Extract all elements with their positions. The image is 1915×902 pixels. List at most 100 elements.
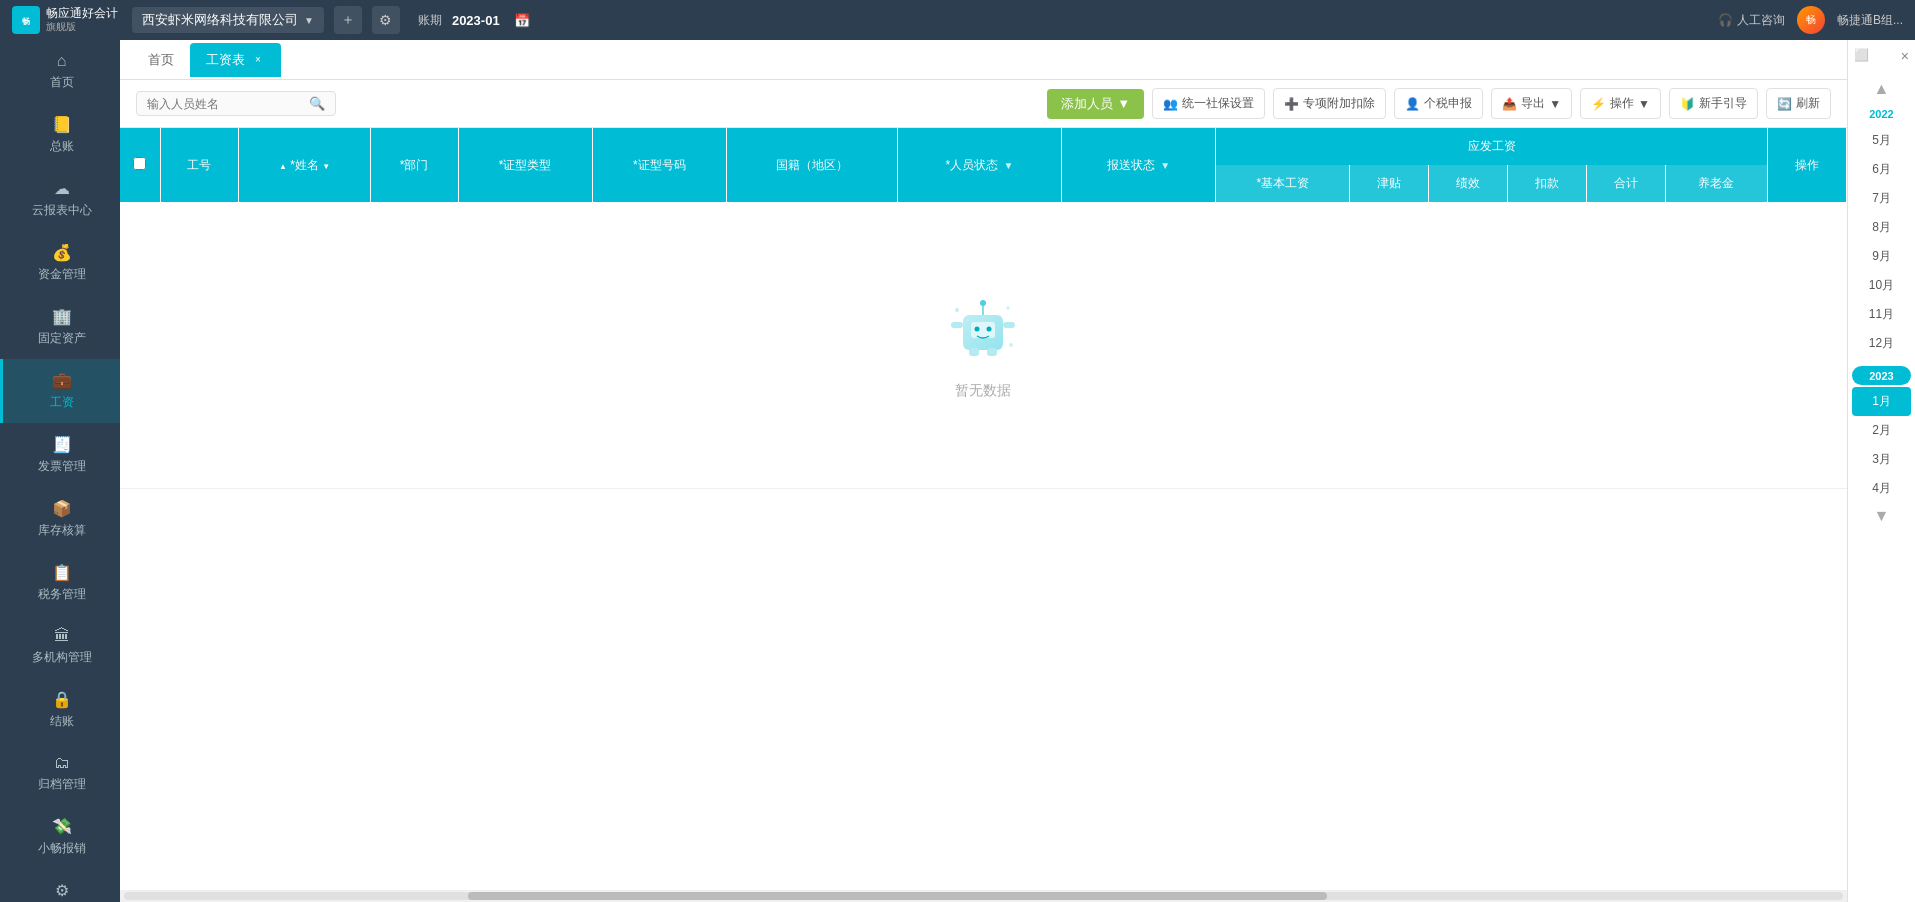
- operations-chevron: ▼: [1638, 97, 1650, 111]
- human-service-btn[interactable]: 🎧 人工咨询: [1718, 12, 1785, 29]
- social-security-label: 统一社保设置: [1182, 95, 1254, 112]
- refresh-icon: 🔄: [1777, 97, 1792, 111]
- salary-icon: 💼: [52, 371, 72, 390]
- settings-icon-btn[interactable]: ⚙: [372, 6, 400, 34]
- svg-rect-11: [987, 348, 997, 356]
- sidebar-item-cloud[interactable]: ☁ 云报表中心: [0, 167, 120, 231]
- sidebar-item-inventory[interactable]: 📦 库存核算: [0, 487, 120, 551]
- scroll-bar[interactable]: [120, 890, 1847, 902]
- sidebar-item-multi[interactable]: 🏛 多机构管理: [0, 615, 120, 678]
- search-input[interactable]: [147, 97, 309, 111]
- export-label: 导出: [1521, 95, 1545, 112]
- calendar-month-2022-5[interactable]: 5月: [1848, 126, 1915, 155]
- search-icon[interactable]: 🔍: [309, 96, 325, 111]
- sidebar-item-tax[interactable]: 📋 税务管理: [0, 551, 120, 615]
- main-layout: ⌂ 首页 📒 总账 ☁ 云报表中心 💰 资金管理 🏢 固定资产 💼 工资 🧾 发…: [0, 40, 1915, 902]
- calendar-close-icon[interactable]: ×: [1901, 48, 1909, 64]
- search-input-wrap: 🔍: [136, 91, 336, 116]
- calendar-month-2022-10[interactable]: 10月: [1848, 271, 1915, 300]
- scroll-thumb[interactable]: [468, 892, 1328, 900]
- svg-point-12: [955, 308, 959, 312]
- sort-down-icon: ▼: [322, 162, 330, 171]
- sidebar-label-funds: 资金管理: [38, 266, 86, 283]
- calendar-down-arrow[interactable]: ▼: [1870, 503, 1894, 529]
- social-security-btn[interactable]: 👥 统一社保设置: [1152, 88, 1265, 119]
- th-salary-group: 应发工资: [1216, 128, 1768, 165]
- status-filter-icon[interactable]: ▼: [1003, 160, 1013, 171]
- company-name: 西安虾米网络科技有限公司: [142, 11, 298, 29]
- header-actions: ＋ ⚙ 账期 2023-01 📅: [334, 6, 530, 34]
- calendar-month-2023-3[interactable]: 3月: [1848, 445, 1915, 474]
- calendar-month-2022-12[interactable]: 12月: [1848, 329, 1915, 358]
- close-period-icon: 🔒: [52, 690, 72, 709]
- special-deduct-btn[interactable]: ➕ 专项附加扣除: [1273, 88, 1386, 119]
- tab-close-icon[interactable]: ×: [251, 53, 265, 67]
- personal-tax-label: 个税申报: [1424, 95, 1472, 112]
- company-selector[interactable]: 西安虾米网络科技有限公司 ▼: [132, 7, 324, 33]
- user-name: 畅捷通B组...: [1837, 12, 1903, 29]
- sidebar-item-settings[interactable]: ⚙ 基础设置: [0, 869, 120, 902]
- operations-label: 操作: [1610, 95, 1634, 112]
- calendar-month-2022-9[interactable]: 9月: [1848, 242, 1915, 271]
- settings-icon: ⚙: [55, 881, 69, 900]
- export-btn[interactable]: 📤 导出 ▼: [1491, 88, 1572, 119]
- th-status: *人员状态 ▼: [898, 128, 1061, 202]
- th-region: 国籍（地区）: [726, 128, 897, 202]
- report-filter-icon[interactable]: ▼: [1160, 160, 1170, 171]
- content-area: 首页 工资表 × 🔍 添加人员 ▼ 👥 统一社保设置 ➕: [120, 40, 1847, 902]
- sidebar-label-salary: 工资: [50, 394, 74, 411]
- empty-cell: 暂无数据: [120, 202, 1847, 489]
- special-deduct-label: 专项附加扣除: [1303, 95, 1375, 112]
- guide-toolbar-icon: 🔰: [1680, 97, 1695, 111]
- sidebar-label-inventory: 库存核算: [38, 522, 86, 539]
- toolbar: 🔍 添加人员 ▼ 👥 统一社保设置 ➕ 专项附加扣除 👤 个税申报 📤 导出: [120, 80, 1847, 128]
- th-name: ▲ *姓名 ▼: [239, 128, 370, 202]
- tab-salary-table[interactable]: 工资表 ×: [190, 43, 281, 77]
- home-icon: ⌂: [57, 52, 67, 70]
- calendar-month-2022-11[interactable]: 11月: [1848, 300, 1915, 329]
- calendar-icon[interactable]: 📅: [514, 13, 530, 28]
- sidebar-label-tax: 税务管理: [38, 586, 86, 603]
- refresh-btn[interactable]: 🔄 刷新: [1766, 88, 1831, 119]
- add-people-button[interactable]: 添加人员 ▼: [1047, 89, 1144, 119]
- calendar-month-2023-4[interactable]: 4月: [1848, 474, 1915, 503]
- calendar-month-2023-2[interactable]: 2月: [1848, 416, 1915, 445]
- special-deduct-icon: ➕: [1284, 97, 1299, 111]
- add-company-btn[interactable]: ＋: [334, 6, 362, 34]
- sidebar-item-assets[interactable]: 🏢 固定资产: [0, 295, 120, 359]
- empty-state: 暂无数据: [128, 210, 1839, 480]
- operations-btn[interactable]: ⚡ 操作 ▼: [1580, 88, 1661, 119]
- sidebar-item-invoice[interactable]: 🧾 发票管理: [0, 423, 120, 487]
- operations-icon: ⚡: [1591, 97, 1606, 111]
- sidebar-item-funds[interactable]: 💰 资金管理: [0, 231, 120, 295]
- calendar-month-2022-7[interactable]: 7月: [1848, 184, 1915, 213]
- select-all-checkbox[interactable]: [133, 157, 146, 170]
- calendar-expand-icon[interactable]: ⬜: [1854, 48, 1869, 62]
- calendar-month-2023-1[interactable]: 1月: [1852, 387, 1911, 416]
- sidebar-item-ledger[interactable]: 📒 总账: [0, 103, 120, 167]
- svg-rect-3: [971, 322, 995, 338]
- sidebar-label-assets: 固定资产: [38, 330, 86, 347]
- tab-home[interactable]: 首页: [132, 43, 190, 77]
- calendar-up-arrow[interactable]: ▲: [1870, 76, 1894, 102]
- salary-table: 工号 ▲ *姓名 ▼ *部门 *证型类型 *证型号码 国籍（地区） *人员状态 …: [120, 128, 1847, 489]
- tax-icon: 📋: [52, 563, 72, 582]
- sidebar-item-expense[interactable]: 💸 小畅报销: [0, 805, 120, 869]
- calendar-month-2022-6[interactable]: 6月: [1848, 155, 1915, 184]
- sidebar-item-close[interactable]: 🔒 结账: [0, 678, 120, 742]
- calendar-month-2022-8[interactable]: 8月: [1848, 213, 1915, 242]
- sidebar-item-home[interactable]: ⌂ 首页: [0, 40, 120, 103]
- sidebar-label-home: 首页: [50, 74, 74, 91]
- sidebar-item-salary[interactable]: 💼 工资: [0, 359, 120, 423]
- svg-point-4: [975, 327, 980, 332]
- guide-btn[interactable]: 🔰 新手引导: [1669, 88, 1758, 119]
- period-value: 2023-01: [452, 13, 500, 28]
- sidebar-item-archive[interactable]: 🗂 归档管理: [0, 742, 120, 805]
- social-security-icon: 👥: [1163, 97, 1178, 111]
- ledger-icon: 📒: [52, 115, 72, 134]
- personal-tax-btn[interactable]: 👤 个税申报: [1394, 88, 1483, 119]
- svg-point-13: [1007, 307, 1010, 310]
- chevron-down-icon: ▼: [304, 15, 314, 26]
- table-header-row1: 工号 ▲ *姓名 ▼ *部门 *证型类型 *证型号码 国籍（地区） *人员状态 …: [120, 128, 1847, 165]
- empty-text: 暂无数据: [955, 382, 1011, 400]
